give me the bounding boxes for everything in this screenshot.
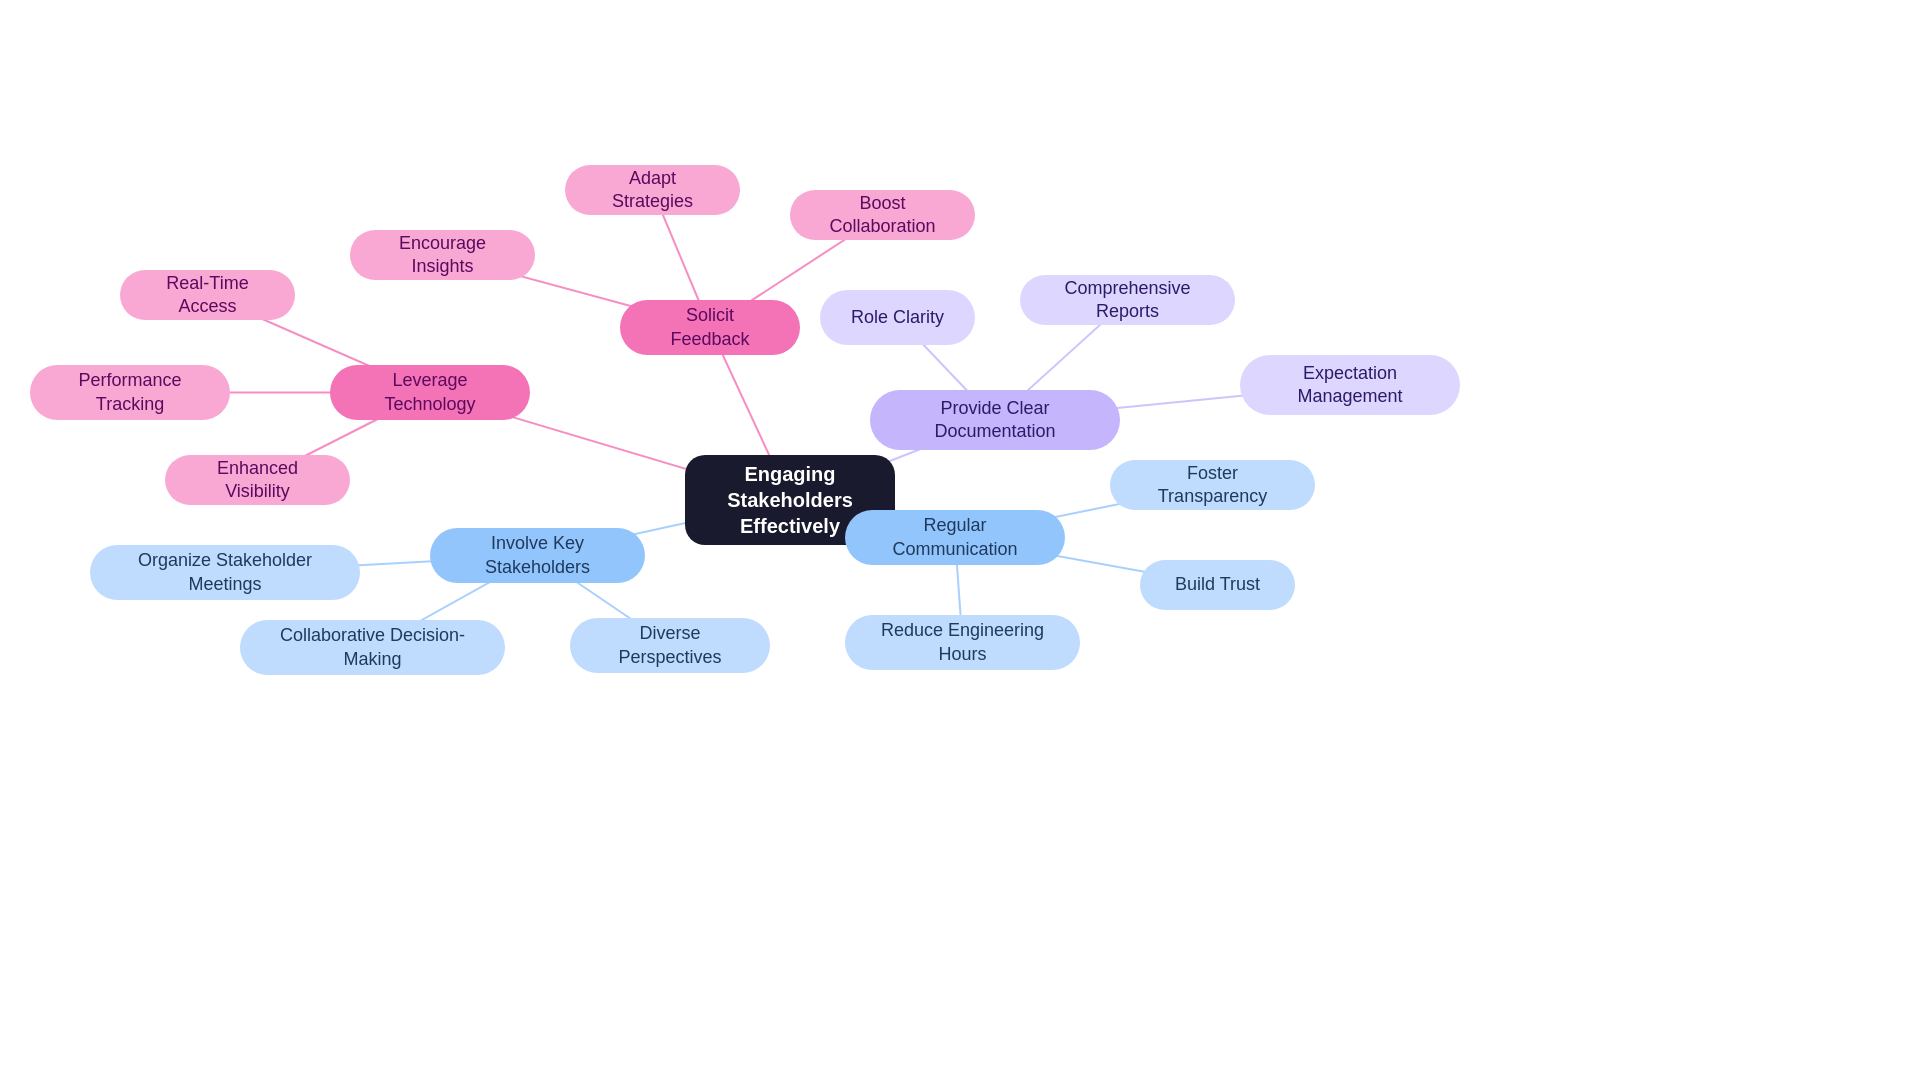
node-collaborative_decision_making: Collaborative Decision-Making [240, 620, 505, 675]
node-solicit_feedback: Solicit Feedback [620, 300, 800, 355]
node-organize_stakeholder_meetings: Organize Stakeholder Meetings [90, 545, 360, 600]
node-provide_clear_documentation: Provide Clear Documentation [870, 390, 1120, 450]
node-boost_collaboration: Boost Collaboration [790, 190, 975, 240]
node-comprehensive_reports: Comprehensive Reports [1020, 275, 1235, 325]
node-performance_tracking: Performance Tracking [30, 365, 230, 420]
node-foster_transparency: Foster Transparency [1110, 460, 1315, 510]
node-diverse_perspectives: Diverse Perspectives [570, 618, 770, 673]
node-real_time_access: Real-Time Access [120, 270, 295, 320]
node-involve_key_stakeholders: Involve Key Stakeholders [430, 528, 645, 583]
mindmap-container: Engaging Stakeholders EffectivelySolicit… [0, 0, 1920, 1083]
node-leverage_technology: Leverage Technology [330, 365, 530, 420]
node-reduce_engineering_hours: Reduce Engineering Hours [845, 615, 1080, 670]
node-enhanced_visibility: Enhanced Visibility [165, 455, 350, 505]
node-encourage_insights: Encourage Insights [350, 230, 535, 280]
node-regular_communication: Regular Communication [845, 510, 1065, 565]
node-expectation_management: Expectation Management [1240, 355, 1460, 415]
node-build_trust: Build Trust [1140, 560, 1295, 610]
node-adapt_strategies: Adapt Strategies [565, 165, 740, 215]
node-role_clarity: Role Clarity [820, 290, 975, 345]
